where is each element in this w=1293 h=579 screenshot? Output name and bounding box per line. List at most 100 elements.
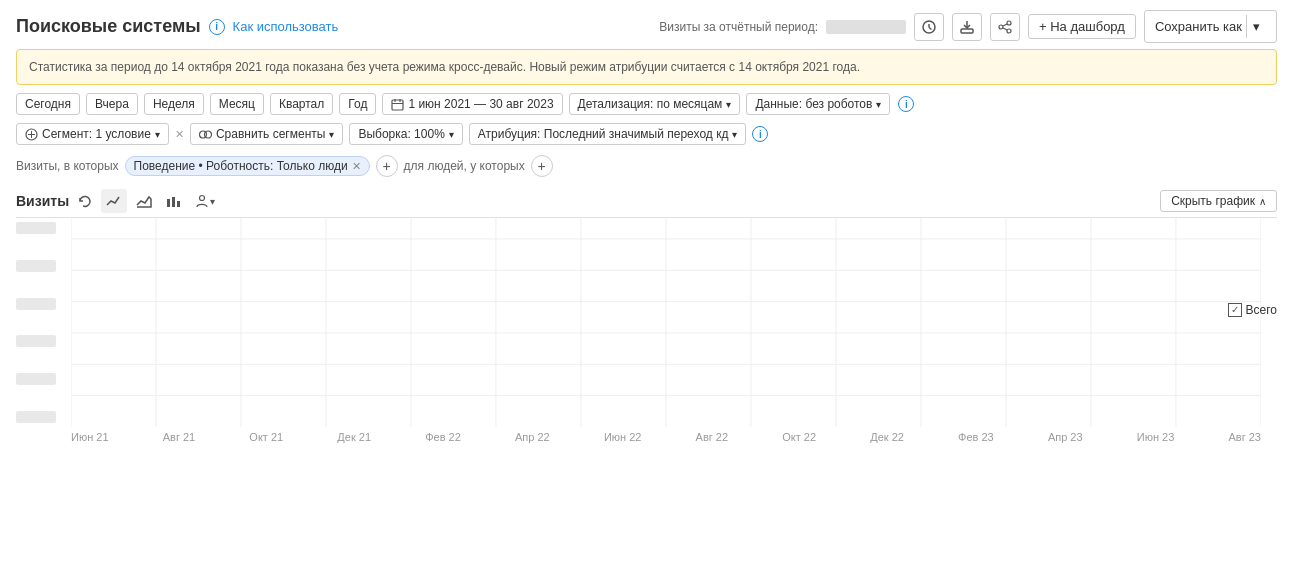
add-dashboard-button[interactable]: + На дашборд [1028,14,1136,39]
line-chart-icon [106,194,122,208]
legend-checkbox[interactable] [1228,303,1242,317]
x-axis: Июн 21 Авг 21 Окт 21 Дек 21 Фев 22 Апр 2… [71,427,1261,447]
svg-point-18 [204,131,211,138]
svg-rect-3 [961,29,973,33]
x-label-9: Дек 22 [870,431,904,443]
chart-plot [71,218,1261,427]
segment-chevron-icon: ▾ [155,129,160,140]
x-label-3: Дек 21 [337,431,371,443]
calendar-icon [391,98,404,111]
info-icon[interactable]: i [209,19,225,35]
detail-chevron-icon: ▾ [726,99,731,110]
header-row: Поисковые системы i Как использовать Виз… [0,0,1293,49]
data-chevron-icon: ▾ [876,99,881,110]
y-label-6 [16,222,56,234]
save-dropdown-chevron[interactable]: ▾ [1246,15,1266,38]
filter-yesterday[interactable]: Вчера [86,93,138,115]
x-label-4: Фев 22 [425,431,461,443]
y-label-5 [16,260,56,272]
bar-chart-icon [166,194,182,208]
segment-icon [25,128,38,141]
visits-period-value [826,20,906,34]
behavior-tag-close[interactable]: ✕ [352,160,361,173]
chart-title: Визиты [16,193,69,209]
compare-chevron-icon: ▾ [329,129,334,140]
segment-button[interactable]: Сегмент: 1 условие ▾ [16,123,169,145]
attribution-info-icon[interactable]: i [752,126,768,142]
bar-chart-button[interactable] [161,189,187,213]
export-icon-btn[interactable] [952,13,982,41]
share-icon-btn[interactable] [990,13,1020,41]
page-title: Поисковые системы [16,16,201,37]
filters-row: Сегодня Вчера Неделя Месяц Квартал Год 1… [0,93,1293,121]
warning-box: Статистика за период до 14 октября 2021 … [16,49,1277,85]
x-label-2: Окт 21 [249,431,283,443]
chart-grid [71,218,1261,427]
share-icon [998,20,1012,34]
visits-filter-label: Визиты, в которых [16,159,119,173]
svg-rect-21 [177,201,180,207]
segment-row: Сегмент: 1 условие ▾ ✕ Сравнить сегменты… [0,121,1293,151]
chart-area: Июн 21 Авг 21 Окт 21 Дек 21 Фев 22 Апр 2… [16,217,1277,447]
legend-label: Всего [1246,303,1277,317]
chart-type-controls: ▾ [101,189,217,213]
line-chart-button[interactable] [101,189,127,213]
date-range-button[interactable]: 1 июн 2021 — 30 авг 2023 [382,93,562,115]
y-label-3 [16,335,56,347]
sample-chevron-icon: ▾ [449,129,454,140]
clock-icon-btn[interactable] [914,13,944,41]
more-chevron-icon: ▾ [210,196,215,207]
x-label-0: Июн 21 [71,431,109,443]
filter-month[interactable]: Месяц [210,93,264,115]
svg-rect-20 [172,197,175,207]
compare-segments-button[interactable]: Сравнить сегменты ▾ [190,123,344,145]
y-label-4 [16,298,56,310]
visits-period-label: Визиты за отчётный период: [659,20,818,34]
x-label-5: Апр 22 [515,431,550,443]
how-to-use-link[interactable]: Как использовать [233,19,339,34]
area-chart-icon [136,194,152,208]
chart-header: Визиты ▾ Скрыть график ∧ [0,183,1293,217]
svg-line-2 [929,27,932,29]
chart-refresh-button[interactable] [75,191,95,211]
sample-button[interactable]: Выборка: 100% ▾ [349,123,462,145]
filter-year[interactable]: Год [339,93,376,115]
svg-rect-19 [167,199,170,207]
y-label-1 [16,411,56,423]
svg-point-6 [1007,29,1011,33]
hide-chart-button[interactable]: Скрыть график ∧ [1160,190,1277,212]
header-controls: Визиты за отчётный период: + На дашборд … [659,10,1277,43]
compare-icon [199,128,212,141]
area-chart-button[interactable] [131,189,157,213]
x-label-12: Июн 23 [1137,431,1175,443]
filter-week[interactable]: Неделя [144,93,204,115]
data-select-button[interactable]: Данные: без роботов ▾ [746,93,890,115]
behavior-tag[interactable]: Поведение • Роботность: Только люди ✕ [125,156,370,176]
svg-line-9 [1003,28,1007,30]
svg-rect-10 [392,100,403,110]
x-label-7: Авг 22 [696,431,728,443]
for-people-label: для людей, у которых [404,159,525,173]
x-label-6: Июн 22 [604,431,642,443]
segment-close-icon[interactable]: ✕ [175,128,184,141]
x-label-13: Авг 23 [1228,431,1260,443]
attribution-button[interactable]: Атрибуция: Последний значимый переход кд… [469,123,747,145]
chart-legend: Всего [1228,303,1277,317]
add-people-condition-button[interactable]: + [531,155,553,177]
filter-quarter[interactable]: Квартал [270,93,333,115]
data-info-icon[interactable]: i [898,96,914,112]
filter-today[interactable]: Сегодня [16,93,80,115]
attribution-chevron-icon: ▾ [732,129,737,140]
x-label-11: Апр 23 [1048,431,1083,443]
more-chart-button[interactable]: ▾ [191,189,217,213]
x-label-1: Авг 21 [163,431,195,443]
add-condition-button[interactable]: + [376,155,398,177]
clock-icon [922,20,936,34]
save-as-button[interactable]: Сохранить как ▾ [1144,10,1277,43]
detail-select-button[interactable]: Детализация: по месяцам ▾ [569,93,741,115]
person-icon [194,194,210,208]
hide-chart-chevron-icon: ∧ [1259,196,1266,207]
svg-point-22 [199,196,204,201]
export-icon [960,20,974,34]
y-label-2 [16,373,56,385]
